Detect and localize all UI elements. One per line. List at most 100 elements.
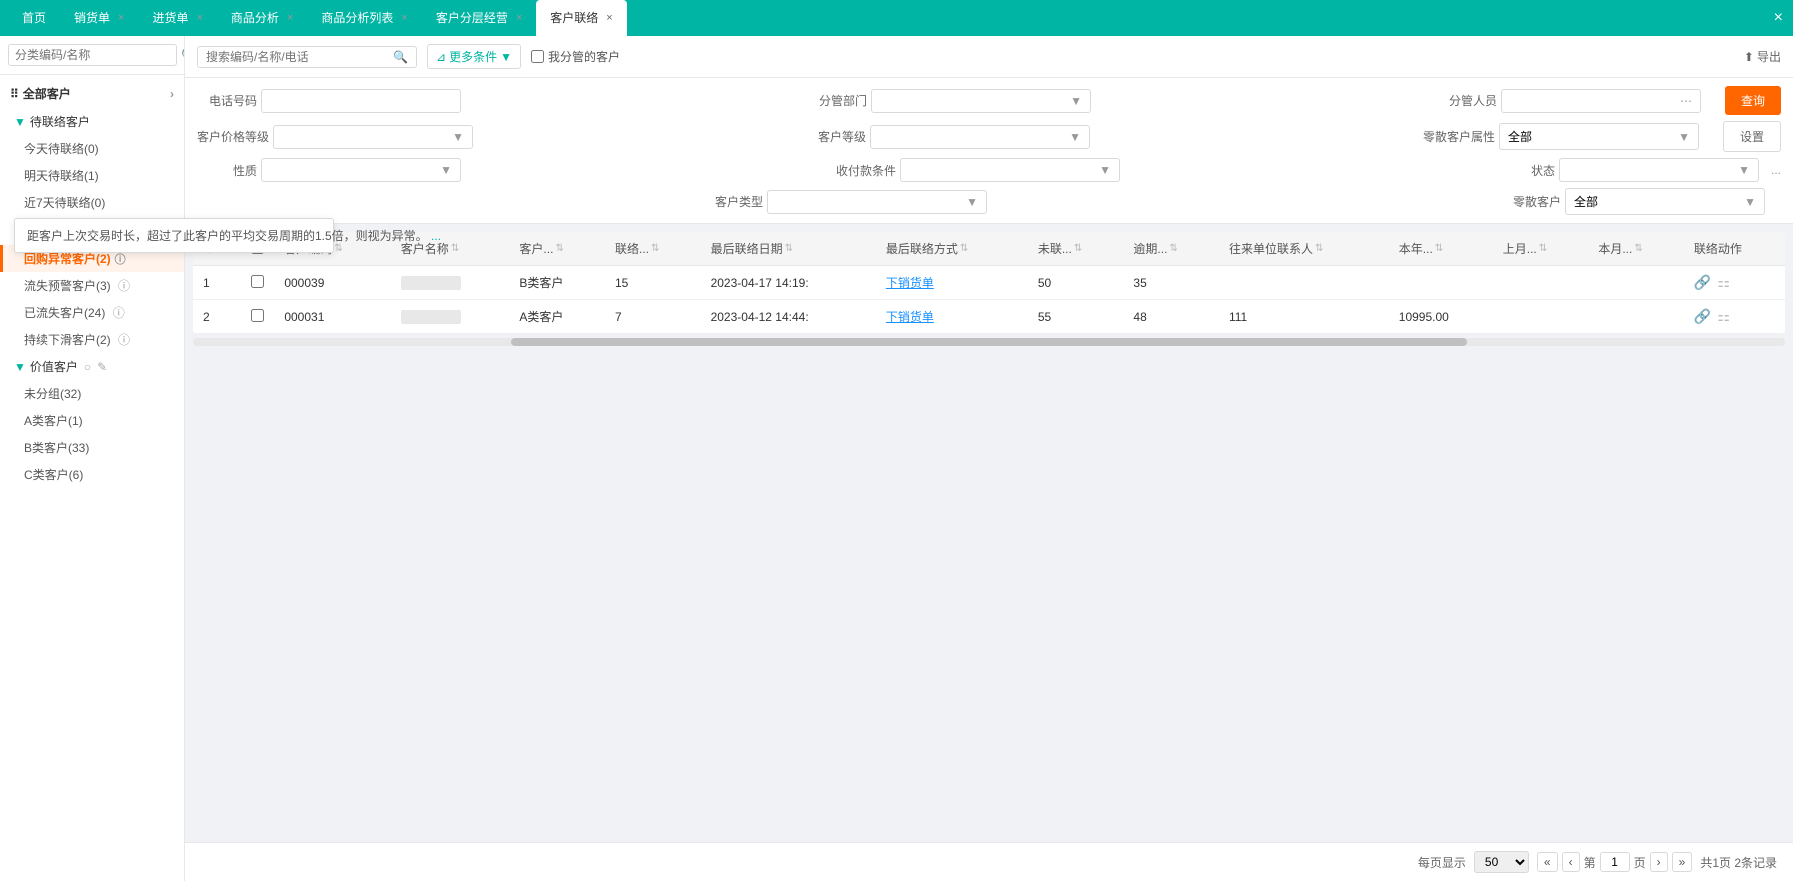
row1-last-contact-method[interactable]: 下销货单 (876, 266, 1028, 300)
sort-uc-icon[interactable]: ⇅ (1315, 243, 1323, 254)
nav-tab-home[interactable]: 首页 (8, 0, 60, 36)
close-icon-customer-contact[interactable]: × (606, 0, 612, 36)
sidebar-value-group-header[interactable]: ▼ 价值客户 ○ ✎ (0, 353, 184, 380)
sort-overdue-icon[interactable]: ⇅ (1169, 243, 1177, 254)
manager-select[interactable]: ⋯ (1501, 89, 1701, 113)
nav-tab-customer-segment[interactable]: 客户分层经营 × (422, 0, 536, 36)
page-input[interactable] (1600, 852, 1630, 872)
window-close-button[interactable]: × (1774, 9, 1783, 27)
price-level-select[interactable]: ▼ (273, 125, 473, 149)
sidebar-item-declining[interactable]: 持续下滑客户(2) ⓘ (0, 326, 184, 353)
my-customers-checkbox-label[interactable]: 我分管的客户 (531, 48, 620, 65)
row2-qr-icon[interactable]: ⚏ (1717, 308, 1730, 325)
row2-contact-count: 7 (605, 300, 701, 334)
filter-search-icon[interactable]: 🔍 (393, 50, 408, 64)
nav-tab-sales[interactable]: 销货单 × (60, 0, 138, 36)
more-dots-3[interactable]: ... (1771, 163, 1781, 177)
level-select[interactable]: ▼ (870, 125, 1090, 149)
sort-lm-icon[interactable]: ⇅ (1539, 243, 1547, 254)
settings-button[interactable]: 设置 (1723, 121, 1781, 152)
row1-last-month (1493, 266, 1589, 300)
export-icon: ⬆ (1744, 50, 1754, 64)
horizontal-scrollbar[interactable] (193, 338, 1785, 346)
query-button[interactable]: 查询 (1725, 86, 1781, 115)
row1-qr-icon[interactable]: ⚏ (1717, 274, 1730, 291)
sidebar-item-7days[interactable]: 近7天待联络(0) (0, 189, 184, 216)
phone-input[interactable] (261, 89, 461, 113)
circle-icon[interactable]: ○ (84, 360, 91, 374)
sidebar-item-b-class[interactable]: B类客户(33) (0, 434, 184, 461)
sort-code-icon[interactable]: ⇅ (334, 243, 342, 254)
nav-tab-purchase[interactable]: 进货单 × (138, 0, 216, 36)
collapse-icon[interactable]: › (170, 87, 174, 101)
row2-not-contact: 55 (1028, 300, 1124, 334)
grid-icon: ⠿ (10, 87, 19, 101)
nav-tab-product-analysis-list[interactable]: 商品分析列表 × (307, 0, 421, 36)
sidebar-item-tomorrow[interactable]: 明天待联络(1) (0, 162, 184, 189)
row2-link-icon[interactable]: 🔗 (1694, 308, 1711, 325)
price-level-field: 客户价格等级 ▼ (197, 125, 473, 149)
sort-contact-icon[interactable]: ⇅ (651, 243, 659, 254)
sort-tm-icon[interactable]: ⇅ (1634, 243, 1642, 254)
top-nav: 首页 销货单 × 进货单 × 商品分析 × 商品分析列表 × 客户分层经营 × … (0, 0, 1793, 36)
sidebar-item-a-class[interactable]: A类客户(1) (0, 407, 184, 434)
next-page-button[interactable]: › (1650, 852, 1668, 872)
sidebar-search-input[interactable] (8, 44, 177, 66)
close-icon-product-analysis[interactable]: × (287, 0, 293, 36)
sidebar-all-customers[interactable]: ⠿ 全部客户 › (0, 79, 184, 108)
payment-field: 收付款条件 ▼ (836, 158, 1120, 182)
my-customers-checkbox[interactable] (531, 50, 544, 63)
gender-arrow: ▼ (440, 163, 452, 177)
gender-select[interactable]: ▼ (261, 158, 461, 182)
first-page-button[interactable]: « (1537, 852, 1558, 872)
retail-attr-select[interactable]: 全部 ▼ (1499, 123, 1699, 150)
filter-more-conditions-btn[interactable]: ⊿ 更多条件 ▼ (427, 44, 521, 69)
sidebar-item-lost-customer[interactable]: 已流失客户(24) ⓘ (0, 299, 184, 326)
sidebar-item-c-class[interactable]: C类客户(6) (0, 461, 184, 488)
sort-nc-icon[interactable]: ⇅ (1074, 243, 1082, 254)
sort-name-icon[interactable]: ⇅ (451, 243, 459, 254)
sort-method-icon[interactable]: ⇅ (960, 243, 968, 254)
row2-last-contact-method[interactable]: 下销货单 (876, 300, 1028, 334)
row2-this-year: 10995.00 (1389, 300, 1493, 334)
close-icon-sales[interactable]: × (118, 0, 124, 36)
sidebar-item-unassigned[interactable]: 未分组(32) (0, 380, 184, 407)
dept-select[interactable]: ▼ (871, 89, 1091, 113)
nav-tab-customer-contact[interactable]: 客户联络 × (536, 0, 626, 36)
page-size-select[interactable]: 50 20 100 (1474, 851, 1529, 873)
row2-this-month (1588, 300, 1684, 334)
filter-search-input[interactable] (206, 50, 389, 64)
scrollbar-thumb[interactable] (511, 338, 1466, 346)
sidebar-group-pending-header[interactable]: ▼ 待联络客户 (0, 108, 184, 135)
sort-year-icon[interactable]: ⇅ (1435, 243, 1443, 254)
row1-this-year (1389, 266, 1493, 300)
customer-type-select[interactable]: ▼ (767, 190, 987, 214)
close-icon-product-analysis-list[interactable]: × (401, 0, 407, 36)
info-icon-lost: ⓘ (113, 306, 125, 320)
row1-link-icon[interactable]: 🔗 (1694, 274, 1711, 291)
row2-overdue: 48 (1123, 300, 1219, 334)
close-icon-purchase[interactable]: × (196, 0, 202, 36)
sidebar-item-loss-warning[interactable]: 流失预警客户(3) ⓘ (0, 272, 184, 299)
filter-search-box: 🔍 (197, 46, 417, 68)
row1-overdue: 35 (1123, 266, 1219, 300)
export-button[interactable]: ⬆ 导出 (1744, 48, 1781, 65)
nav-tab-product-analysis[interactable]: 商品分析 × (217, 0, 307, 36)
prev-page-button[interactable]: ‹ (1562, 852, 1580, 872)
sort-ctype-icon[interactable]: ⇅ (555, 243, 563, 254)
row1-checkbox[interactable] (251, 275, 264, 288)
retail-customer-field: 零散客户 全部 ▼ (1501, 188, 1765, 215)
retail-customer-select[interactable]: 全部 ▼ (1565, 188, 1765, 215)
payment-select[interactable]: ▼ (900, 158, 1120, 182)
sort-date-icon[interactable]: ⇅ (785, 243, 793, 254)
col-contact-count: 联络... ⇅ (605, 232, 701, 266)
close-icon-customer-segment[interactable]: × (516, 0, 522, 36)
sidebar-item-today[interactable]: 今天待联络(0) (0, 135, 184, 162)
status-field: 状态 ▼ (1495, 158, 1759, 182)
row2-checkbox[interactable] (251, 309, 264, 322)
row1-this-month (1588, 266, 1684, 300)
status-select[interactable]: ▼ (1559, 158, 1759, 182)
table-scroll-container[interactable]: ⚙ 客户编码 ⇅ (193, 232, 1785, 334)
last-page-button[interactable]: » (1672, 852, 1693, 872)
edit-icon[interactable]: ✎ (97, 360, 107, 374)
